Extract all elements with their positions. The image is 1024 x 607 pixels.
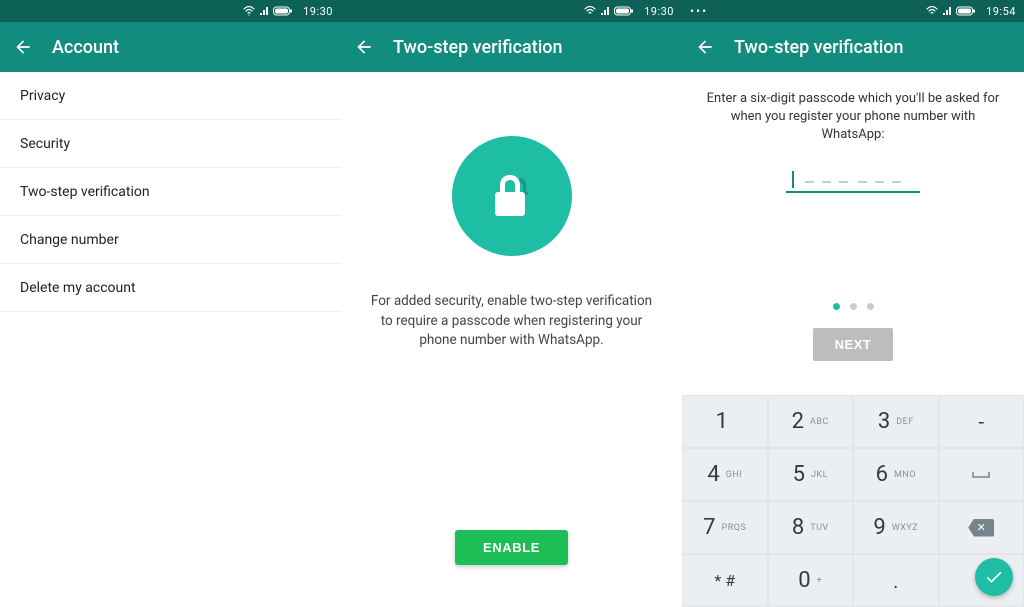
passcode-digit bbox=[822, 181, 831, 183]
back-button[interactable] bbox=[694, 36, 716, 58]
key-1[interactable]: 1 bbox=[682, 395, 768, 448]
backspace-icon: ✕ bbox=[968, 519, 994, 537]
signal-icon bbox=[259, 6, 269, 16]
page-title: Two-step verification bbox=[734, 37, 904, 58]
back-button[interactable] bbox=[353, 36, 375, 58]
page-dot-2 bbox=[850, 303, 857, 310]
content-area: For added security, enable two-step veri… bbox=[341, 72, 682, 607]
prompt-text: Enter a six-digit passcode which you'll … bbox=[696, 90, 1010, 145]
list-item-change-number[interactable]: Change number bbox=[0, 216, 341, 264]
key-6[interactable]: 6MNO bbox=[853, 448, 939, 501]
wifi-icon bbox=[243, 6, 255, 16]
passcode-digit bbox=[839, 181, 848, 183]
battery-icon bbox=[614, 6, 634, 16]
page-title: Two-step verification bbox=[393, 37, 563, 58]
list-item-two-step[interactable]: Two-step verification bbox=[0, 168, 341, 216]
key-5[interactable]: 5JKL bbox=[768, 448, 854, 501]
key-0[interactable]: 0+ bbox=[768, 554, 854, 607]
signal-icon bbox=[942, 6, 952, 16]
screen-two-step-passcode: ••• 19:54 Two-step verification Enter a … bbox=[682, 0, 1024, 607]
enable-button[interactable]: ENABLE bbox=[455, 530, 568, 565]
status-bar: ••• 19:54 bbox=[682, 0, 1024, 22]
key-8[interactable]: 8TUV bbox=[768, 501, 854, 554]
status-icons bbox=[926, 6, 976, 16]
passcode-digit bbox=[805, 181, 814, 183]
battery-icon bbox=[273, 6, 293, 16]
passcode-input[interactable] bbox=[786, 165, 920, 193]
app-bar: Two-step verification bbox=[341, 22, 682, 72]
arrow-left-icon bbox=[354, 37, 374, 57]
page-dot-1 bbox=[833, 303, 840, 310]
key-3[interactable]: 3DEF bbox=[853, 395, 939, 448]
check-icon bbox=[984, 567, 1004, 587]
back-button[interactable] bbox=[12, 36, 34, 58]
status-time: 19:30 bbox=[303, 5, 333, 18]
arrow-left-icon bbox=[695, 37, 715, 57]
confirm-fab[interactable] bbox=[975, 558, 1013, 596]
passcode-group-2 bbox=[858, 181, 901, 187]
wifi-icon bbox=[584, 6, 596, 16]
app-bar: Account bbox=[0, 22, 341, 72]
list-item-security[interactable]: Security bbox=[0, 120, 341, 168]
key-confirm[interactable] bbox=[939, 554, 1024, 607]
key-4[interactable]: 4GHI bbox=[682, 448, 768, 501]
page-dot-3 bbox=[867, 303, 874, 310]
screen-account: 19:30 Account Privacy Security Two-step … bbox=[0, 0, 341, 607]
passcode-digit bbox=[875, 181, 884, 183]
key-period[interactable]: . bbox=[853, 554, 939, 607]
page-title: Account bbox=[52, 37, 119, 58]
key-2[interactable]: 2ABC bbox=[768, 395, 854, 448]
lock-illustration bbox=[452, 136, 572, 256]
status-bar: 19:30 bbox=[0, 0, 341, 22]
text-cursor bbox=[792, 171, 794, 188]
settings-list: Privacy Security Two-step verification C… bbox=[0, 72, 341, 312]
space-icon bbox=[971, 470, 991, 480]
screen-two-step-intro: 19:30 Two-step verification For added se… bbox=[341, 0, 682, 607]
key-symbols[interactable]: * # bbox=[682, 554, 768, 607]
status-icons bbox=[243, 6, 293, 16]
passcode-digit bbox=[892, 181, 901, 183]
passcode-group-1 bbox=[805, 181, 848, 187]
description-text: For added security, enable two-step veri… bbox=[357, 292, 666, 351]
status-icons bbox=[584, 6, 634, 16]
signal-icon bbox=[600, 6, 610, 16]
key-space[interactable] bbox=[939, 448, 1024, 501]
numeric-keypad: 1 2ABC 3DEF - 4GHI 5JKL 6MNO 7PRQS 8TUV … bbox=[682, 395, 1024, 607]
list-item-delete-account[interactable]: Delete my account bbox=[0, 264, 341, 312]
status-time: 19:30 bbox=[644, 5, 674, 18]
battery-icon bbox=[956, 6, 976, 16]
menu-dots-icon: ••• bbox=[690, 4, 708, 18]
passcode-digit bbox=[858, 181, 867, 183]
key-backspace[interactable]: ✕ bbox=[939, 501, 1024, 554]
key-9[interactable]: 9WXYZ bbox=[853, 501, 939, 554]
list-item-privacy[interactable]: Privacy bbox=[0, 72, 341, 120]
wifi-icon bbox=[926, 6, 938, 16]
app-bar: Two-step verification bbox=[682, 22, 1024, 72]
lock-icon bbox=[480, 164, 544, 228]
key-7[interactable]: 7PRQS bbox=[682, 501, 768, 554]
status-time: 19:54 bbox=[986, 5, 1016, 18]
key-dash[interactable]: - bbox=[939, 395, 1024, 448]
next-button[interactable]: NEXT bbox=[813, 328, 894, 361]
page-indicator bbox=[833, 303, 874, 310]
arrow-left-icon bbox=[13, 37, 33, 57]
status-bar: 19:30 bbox=[341, 0, 682, 22]
